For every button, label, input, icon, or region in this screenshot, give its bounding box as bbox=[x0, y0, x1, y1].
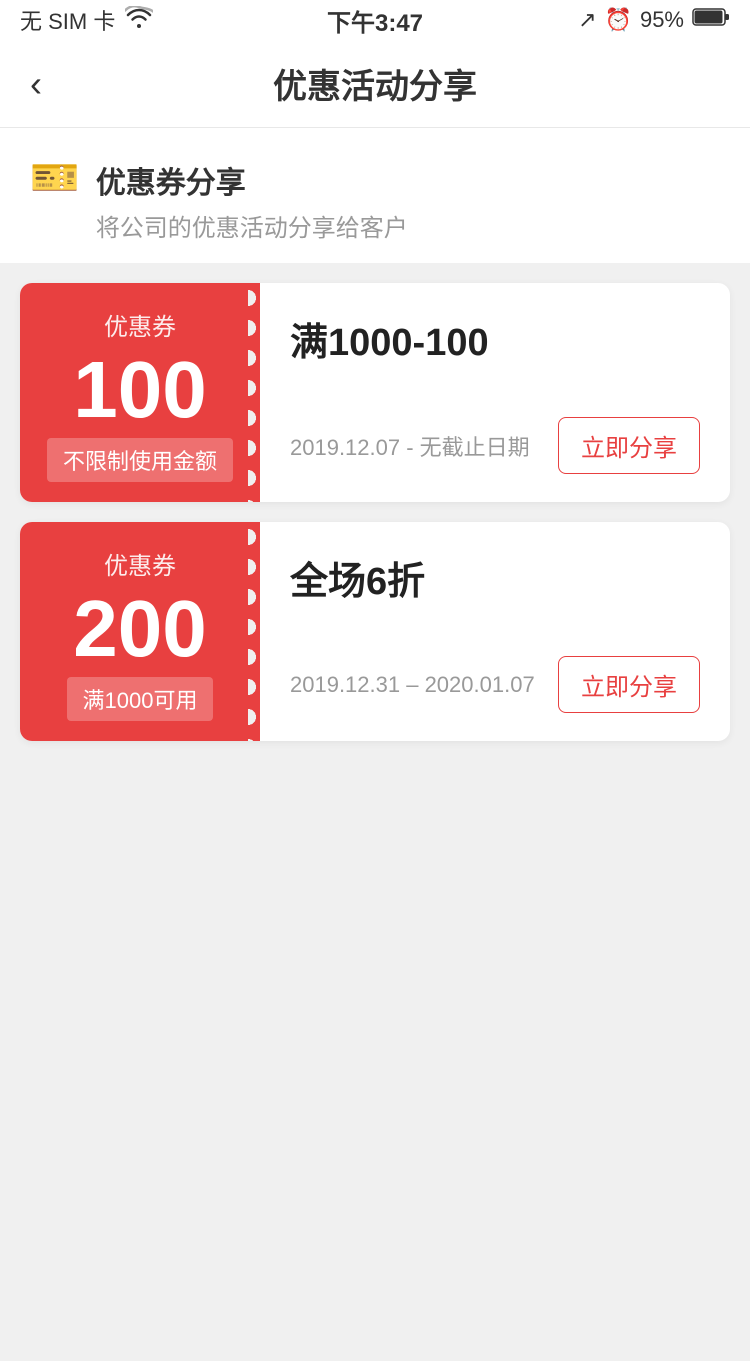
coupon-label-1: 优惠券 bbox=[104, 546, 176, 581]
coupon-name-1: 全场6折 bbox=[290, 550, 700, 605]
coupon-label-0: 优惠券 bbox=[104, 307, 176, 342]
coupon-name-0: 满1000-100 bbox=[290, 311, 700, 366]
section-subtitle: 将公司的优惠活动分享给客户 bbox=[96, 208, 408, 243]
coupon-date-1: 2019.12.31 – 2020.01.07 bbox=[290, 672, 535, 698]
coupon-right-0: 满1000-100 2019.12.07 - 无截止日期 立即分享 bbox=[260, 283, 730, 502]
page-title: 优惠活动分享 bbox=[273, 59, 477, 108]
status-right: ↗ ⏰ 95% bbox=[578, 7, 730, 33]
coupon-right-1: 全场6折 2019.12.31 – 2020.01.07 立即分享 bbox=[260, 522, 730, 741]
coupon-footer-0: 2019.12.07 - 无截止日期 立即分享 bbox=[290, 417, 700, 474]
alarm-icon: ⏰ bbox=[605, 7, 632, 33]
section-header: 🎫 优惠券分享 将公司的优惠活动分享给客户 bbox=[0, 128, 750, 263]
location-icon: ↗ bbox=[578, 7, 596, 33]
coupon-section-icon: 🎫 bbox=[30, 158, 80, 198]
battery-icon bbox=[692, 7, 730, 33]
battery-text: 95% bbox=[640, 7, 684, 33]
wifi-icon bbox=[125, 6, 153, 34]
coupon-card: 优惠券 100 不限制使用金额 满1000-100 2019.12.07 - 无… bbox=[20, 283, 730, 502]
coupon-left-1: 优惠券 200 满1000可用 bbox=[20, 522, 260, 741]
coupon-card: 优惠券 200 满1000可用 全场6折 2019.12.31 – 2020.0… bbox=[20, 522, 730, 741]
section-title: 优惠券分享 bbox=[96, 158, 408, 202]
coupon-left-0: 优惠券 100 不限制使用金额 bbox=[20, 283, 260, 502]
share-button-0[interactable]: 立即分享 bbox=[558, 417, 700, 474]
status-left: 无 SIM 卡 bbox=[20, 4, 153, 36]
empty-area bbox=[0, 761, 750, 1361]
coupon-date-0: 2019.12.07 - 无截止日期 bbox=[290, 430, 530, 462]
carrier-text: 无 SIM 卡 bbox=[20, 4, 115, 36]
back-button[interactable]: ‹ bbox=[30, 63, 42, 105]
section-text: 优惠券分享 将公司的优惠活动分享给客户 bbox=[96, 158, 408, 243]
share-button-1[interactable]: 立即分享 bbox=[558, 656, 700, 713]
status-time: 下午3:47 bbox=[327, 3, 423, 38]
coupon-footer-1: 2019.12.31 – 2020.01.07 立即分享 bbox=[290, 656, 700, 713]
status-bar: 无 SIM 卡 下午3:47 ↗ ⏰ 95% bbox=[0, 0, 750, 40]
coupon-condition-0: 不限制使用金额 bbox=[47, 438, 233, 482]
coupon-list: 优惠券 100 不限制使用金额 满1000-100 2019.12.07 - 无… bbox=[0, 263, 750, 761]
coupon-value-1: 200 bbox=[73, 589, 206, 669]
coupon-condition-1: 满1000可用 bbox=[67, 677, 214, 721]
coupon-value-0: 100 bbox=[73, 350, 206, 430]
nav-bar: ‹ 优惠活动分享 bbox=[0, 40, 750, 128]
